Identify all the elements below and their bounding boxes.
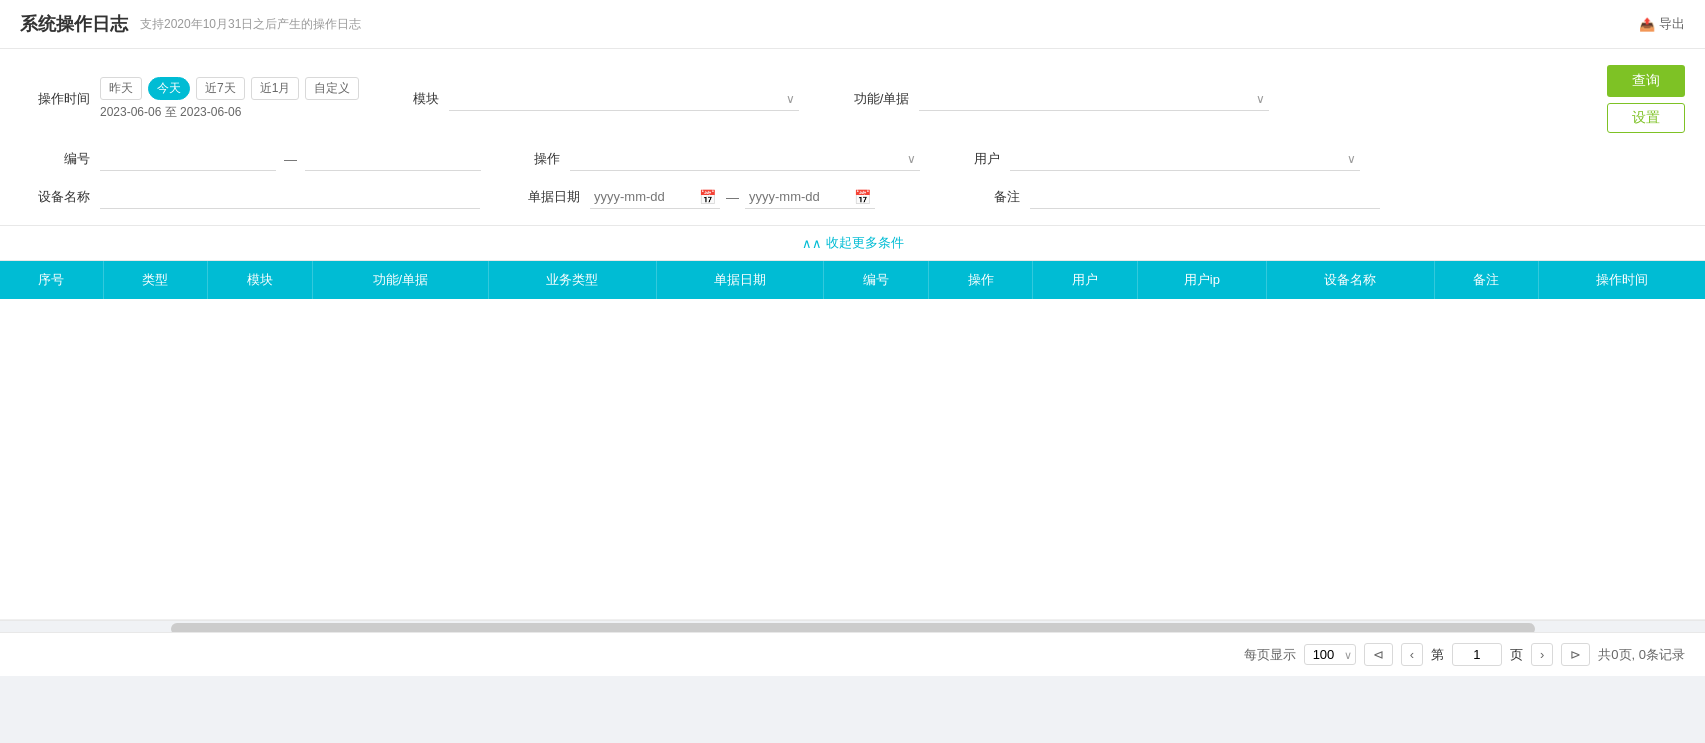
func-select[interactable] xyxy=(919,87,1269,111)
col-func: 功能/单据 xyxy=(312,261,488,299)
user-select[interactable] xyxy=(1010,147,1360,171)
col-user-ip: 用户ip xyxy=(1137,261,1266,299)
action-buttons: 查询 设置 xyxy=(1607,65,1685,133)
device-label: 设备名称 xyxy=(20,188,100,206)
collapse-bar[interactable]: ∧∧ 收起更多条件 xyxy=(0,226,1705,261)
collapse-icon: ∧∧ xyxy=(802,236,822,251)
page-input[interactable] xyxy=(1452,643,1502,666)
number-label: 编号 xyxy=(20,150,100,168)
export-button[interactable]: 📤 导出 xyxy=(1639,15,1685,33)
date-range-separator: — xyxy=(726,190,739,205)
page-header: 系统操作日志 支持2020年10月31日之后产生的操作日志 📤 导出 xyxy=(0,0,1705,49)
query-button[interactable]: 查询 xyxy=(1607,65,1685,97)
number-to-input[interactable] xyxy=(305,147,481,171)
col-number: 编号 xyxy=(824,261,928,299)
col-seq: 序号 xyxy=(0,261,103,299)
export-label: 导出 xyxy=(1659,15,1685,33)
voucher-date-label: 单据日期 xyxy=(520,188,590,206)
table-header-row: 序号 类型 模块 功能/单据 业务类型 单据日期 编号 操作 用户 用户ip 设… xyxy=(0,261,1705,299)
module-select[interactable] xyxy=(449,87,799,111)
scrollbar-thumb[interactable] xyxy=(171,623,1535,632)
time-btn-yesterday[interactable]: 昨天 xyxy=(100,77,142,100)
filter-row-3: 设备名称 单据日期 📅 — 📅 备注 xyxy=(20,185,1685,209)
time-filter: 昨天 今天 近7天 近1月 自定义 2023-06-06 至 2023-06-0… xyxy=(100,77,359,121)
col-type: 类型 xyxy=(103,261,207,299)
title-area: 系统操作日志 支持2020年10月31日之后产生的操作日志 xyxy=(20,12,361,36)
col-module: 模块 xyxy=(208,261,312,299)
col-remark: 备注 xyxy=(1434,261,1538,299)
module-label: 模块 xyxy=(399,90,449,108)
operation-select[interactable] xyxy=(570,147,920,171)
next-page-btn[interactable]: › xyxy=(1531,643,1553,666)
date-from-wrap: 📅 xyxy=(590,185,720,209)
settings-button[interactable]: 设置 xyxy=(1607,103,1685,133)
page-label: 第 xyxy=(1431,646,1444,664)
date-range: 📅 — 📅 xyxy=(590,185,940,209)
user-label: 用户 xyxy=(960,150,1010,168)
table-container: 序号 类型 模块 功能/单据 业务类型 单据日期 编号 操作 用户 用户ip 设… xyxy=(0,261,1705,620)
col-user: 用户 xyxy=(1033,261,1137,299)
time-buttons: 昨天 今天 近7天 近1月 自定义 xyxy=(100,77,359,100)
time-btn-7days[interactable]: 近7天 xyxy=(196,77,245,100)
pagination-bar: 每页显示 100 50 200 ⊲ ‹ 第 页 › ⊳ 共0页, 0条记录 xyxy=(0,632,1705,676)
col-voucher-date: 单据日期 xyxy=(656,261,824,299)
filter-panel: 操作时间 昨天 今天 近7天 近1月 自定义 2023-06-06 至 2023… xyxy=(0,49,1705,226)
per-page-wrap: 100 50 200 xyxy=(1304,644,1356,665)
col-biz-type: 业务类型 xyxy=(489,261,657,299)
per-page-label: 每页显示 xyxy=(1244,646,1296,664)
last-page-btn[interactable]: ⊳ xyxy=(1561,643,1590,666)
page-title: 系统操作日志 xyxy=(20,12,128,36)
empty-row xyxy=(0,299,1705,620)
total-info: 共0页, 0条记录 xyxy=(1598,646,1685,664)
date-to-wrap: 📅 xyxy=(745,185,875,209)
export-icon: 📤 xyxy=(1639,17,1655,32)
number-range: — xyxy=(100,147,480,171)
time-label: 操作时间 xyxy=(20,90,100,108)
col-operation: 操作 xyxy=(928,261,1032,299)
collapse-label: 收起更多条件 xyxy=(826,234,904,252)
filter-row-2: 编号 — 操作 用户 xyxy=(20,147,1685,171)
remark-label: 备注 xyxy=(980,188,1030,206)
col-op-time: 操作时间 xyxy=(1538,261,1705,299)
horizontal-scrollbar[interactable] xyxy=(0,620,1705,632)
calendar-from-icon[interactable]: 📅 xyxy=(699,189,716,205)
prev-page-btn[interactable]: ‹ xyxy=(1401,643,1423,666)
empty-cell xyxy=(0,299,1705,620)
time-btn-today[interactable]: 今天 xyxy=(148,77,190,100)
calendar-to-icon[interactable]: 📅 xyxy=(854,189,871,205)
time-btn-custom[interactable]: 自定义 xyxy=(305,77,359,100)
time-btn-1month[interactable]: 近1月 xyxy=(251,77,300,100)
table-header: 序号 类型 模块 功能/单据 业务类型 单据日期 编号 操作 用户 用户ip 设… xyxy=(0,261,1705,299)
func-label: 功能/单据 xyxy=(839,90,919,108)
number-from-input[interactable] xyxy=(100,147,276,171)
number-separator: — xyxy=(284,152,297,167)
page-unit: 页 xyxy=(1510,646,1523,664)
page-subtitle: 支持2020年10月31日之后产生的操作日志 xyxy=(140,16,361,33)
empty-area xyxy=(8,309,1697,609)
first-page-btn[interactable]: ⊲ xyxy=(1364,643,1393,666)
remark-input[interactable] xyxy=(1030,185,1380,209)
data-table: 序号 类型 模块 功能/单据 业务类型 单据日期 编号 操作 用户 用户ip 设… xyxy=(0,261,1705,620)
device-input[interactable] xyxy=(100,185,480,209)
per-page-select[interactable]: 100 50 200 xyxy=(1304,644,1356,665)
table-body xyxy=(0,299,1705,620)
filter-row-1: 操作时间 昨天 今天 近7天 近1月 自定义 2023-06-06 至 2023… xyxy=(20,65,1685,133)
time-range-display: 2023-06-06 至 2023-06-06 xyxy=(100,104,359,121)
operation-label: 操作 xyxy=(520,150,570,168)
col-device: 设备名称 xyxy=(1266,261,1434,299)
